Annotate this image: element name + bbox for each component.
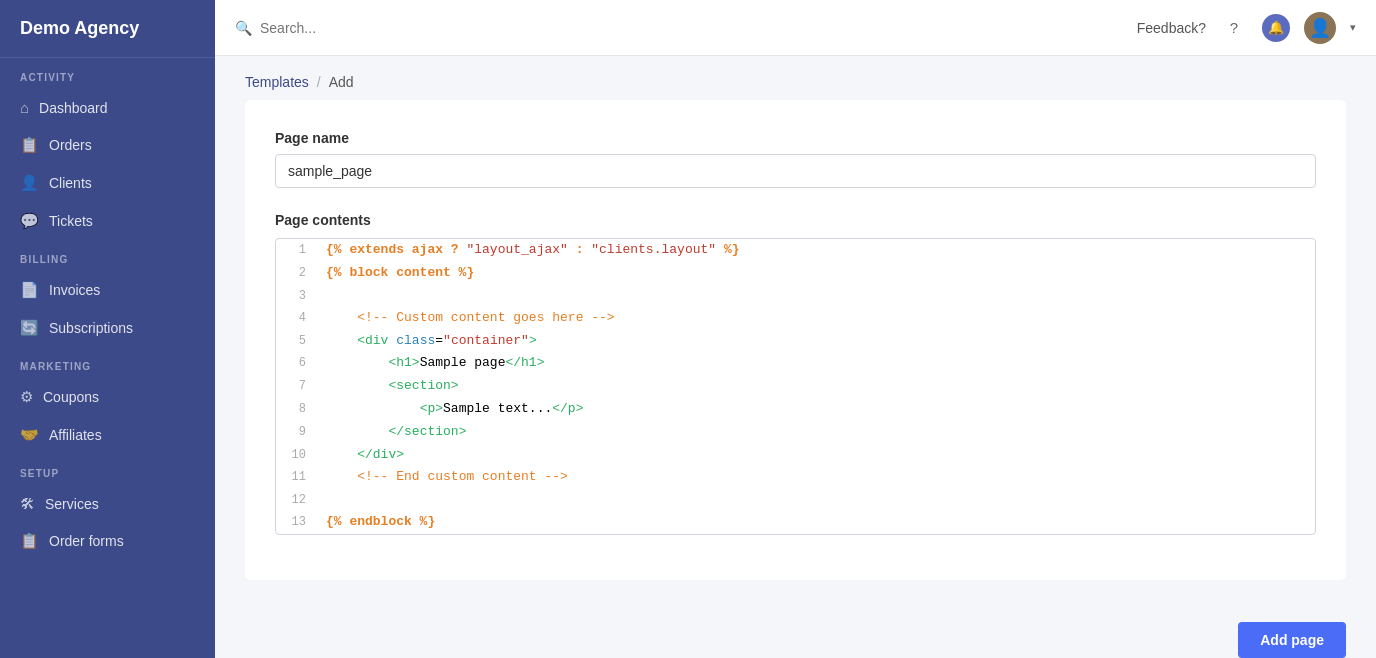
sidebar-item-label-coupons: Coupons <box>43 389 99 405</box>
line-number: 7 <box>276 376 316 396</box>
line-content: <!-- End custom content --> <box>316 467 1315 488</box>
line-number: 5 <box>276 331 316 351</box>
sidebar-item-coupons[interactable]: ⚙ Coupons <box>0 378 215 416</box>
sidebar-item-affiliates[interactable]: 🤝 Affiliates <box>0 416 215 454</box>
tickets-icon: 💬 <box>20 212 39 230</box>
line-number: 4 <box>276 308 316 328</box>
code-line-10: 10 </div> <box>276 444 1315 467</box>
breadcrumb-parent[interactable]: Templates <box>245 74 309 90</box>
sidebar: Demo Agency ACTIVITY ⌂ Dashboard 📋 Orders 👤 Cl… <box>0 0 215 658</box>
code-editor[interactable]: 1{% extends ajax ? "layout_ajax" : "clie… <box>275 238 1316 535</box>
page-name-label: Page name <box>275 130 1316 146</box>
orders-icon: 📋 <box>20 136 39 154</box>
sidebar-item-label-subscriptions: Subscriptions <box>49 320 133 336</box>
sidebar-item-label-orders: Orders <box>49 137 92 153</box>
line-content: <div class="container"> <box>316 331 1315 352</box>
feedback-label: Feedback? <box>1137 20 1206 36</box>
page-name-input[interactable] <box>275 154 1316 188</box>
sidebar-item-dashboard[interactable]: ⌂ Dashboard <box>0 89 215 126</box>
sidebar-item-label-invoices: Invoices <box>49 282 100 298</box>
line-content: <p>Sample text...</p> <box>316 399 1315 420</box>
line-number: 11 <box>276 467 316 487</box>
line-content: </section> <box>316 422 1315 443</box>
line-content: {% block content %} <box>316 263 1315 284</box>
line-content: {% extends ajax ? "layout_ajax" : "clien… <box>316 240 1315 261</box>
invoices-icon: 📄 <box>20 281 39 299</box>
notification-icon[interactable]: 🔔 <box>1262 14 1290 42</box>
sidebar-item-label-affiliates: Affiliates <box>49 427 102 443</box>
search-input[interactable] <box>260 20 635 36</box>
sidebar-item-label-order-forms: Order forms <box>49 533 124 549</box>
code-line-8: 8 <p>Sample text...</p> <box>276 398 1315 421</box>
line-content: <!-- Custom content goes here --> <box>316 308 1315 329</box>
code-line-6: 6 <h1>Sample page</h1> <box>276 352 1315 375</box>
breadcrumb-separator: / <box>317 74 321 90</box>
sidebar-item-label-clients: Clients <box>49 175 92 191</box>
sidebar-item-label-services: Services <box>45 496 99 512</box>
line-number: 12 <box>276 490 316 510</box>
sidebar-item-clients[interactable]: 👤 Clients <box>0 164 215 202</box>
code-line-12: 12 <box>276 489 1315 511</box>
affiliates-icon: 🤝 <box>20 426 39 444</box>
code-line-11: 11 <!-- End custom content --> <box>276 466 1315 489</box>
search-icon: 🔍 <box>235 20 252 36</box>
sidebar-item-services[interactable]: 🛠 Services <box>0 485 215 522</box>
sidebar-section-activity: ACTIVITY <box>0 58 215 89</box>
line-content: <section> <box>316 376 1315 397</box>
line-number: 1 <box>276 240 316 260</box>
line-content: <h1>Sample page</h1> <box>316 353 1315 374</box>
sidebar-item-invoices[interactable]: 📄 Invoices <box>0 271 215 309</box>
topbar: 🔍 Feedback? ? 🔔 👤 ▾ <box>215 0 1376 56</box>
brand: Demo Agency <box>0 0 215 58</box>
code-line-9: 9 </section> <box>276 421 1315 444</box>
clients-icon: 👤 <box>20 174 39 192</box>
line-number: 6 <box>276 353 316 373</box>
code-line-7: 7 <section> <box>276 375 1315 398</box>
sidebar-item-label-tickets: Tickets <box>49 213 93 229</box>
sidebar-item-orders[interactable]: 📋 Orders <box>0 126 215 164</box>
content-area: Templates / Add Page name Page contents … <box>215 56 1376 658</box>
line-number: 8 <box>276 399 316 419</box>
line-number: 10 <box>276 445 316 465</box>
line-content: {% endblock %} <box>316 512 1315 533</box>
add-page-button[interactable]: Add page <box>1238 622 1346 658</box>
line-number: 13 <box>276 512 316 532</box>
form-card: Page name Page contents 1{% extends ajax… <box>245 100 1346 580</box>
code-line-2: 2{% block content %} <box>276 262 1315 285</box>
sidebar-item-tickets[interactable]: 💬 Tickets <box>0 202 215 240</box>
dashboard-icon: ⌂ <box>20 99 29 116</box>
code-line-13: 13{% endblock %} <box>276 511 1315 534</box>
line-number: 9 <box>276 422 316 442</box>
search-container: 🔍 <box>235 20 635 36</box>
subscriptions-icon: 🔄 <box>20 319 39 337</box>
code-line-3: 3 <box>276 285 1315 307</box>
page-contents-label: Page contents <box>275 212 1316 228</box>
line-content: </div> <box>316 445 1315 466</box>
sidebar-section-marketing: MARKETING <box>0 347 215 378</box>
services-icon: 🛠 <box>20 495 35 512</box>
topbar-right: Feedback? ? 🔔 👤 ▾ <box>1137 12 1356 44</box>
code-line-1: 1{% extends ajax ? "layout_ajax" : "clie… <box>276 239 1315 262</box>
breadcrumb-current: Add <box>329 74 354 90</box>
coupons-icon: ⚙ <box>20 388 33 406</box>
code-line-4: 4 <!-- Custom content goes here --> <box>276 307 1315 330</box>
main-area: 🔍 Feedback? ? 🔔 👤 ▾ Templates / Add Page… <box>215 0 1376 658</box>
sidebar-item-subscriptions[interactable]: 🔄 Subscriptions <box>0 309 215 347</box>
line-number: 3 <box>276 286 316 306</box>
order-forms-icon: 📋 <box>20 532 39 550</box>
code-line-5: 5 <div class="container"> <box>276 330 1315 353</box>
avatar[interactable]: 👤 <box>1304 12 1336 44</box>
sidebar-item-label-dashboard: Dashboard <box>39 100 108 116</box>
sidebar-section-billing: BILLING <box>0 240 215 271</box>
sidebar-item-order-forms[interactable]: 📋 Order forms <box>0 522 215 560</box>
chevron-down-icon[interactable]: ▾ <box>1350 21 1356 34</box>
breadcrumb: Templates / Add <box>215 56 1376 100</box>
help-icon[interactable]: ? <box>1220 14 1248 42</box>
sidebar-section-setup: SETUP <box>0 454 215 485</box>
footer-bar: Add page <box>215 610 1376 658</box>
line-number: 2 <box>276 263 316 283</box>
